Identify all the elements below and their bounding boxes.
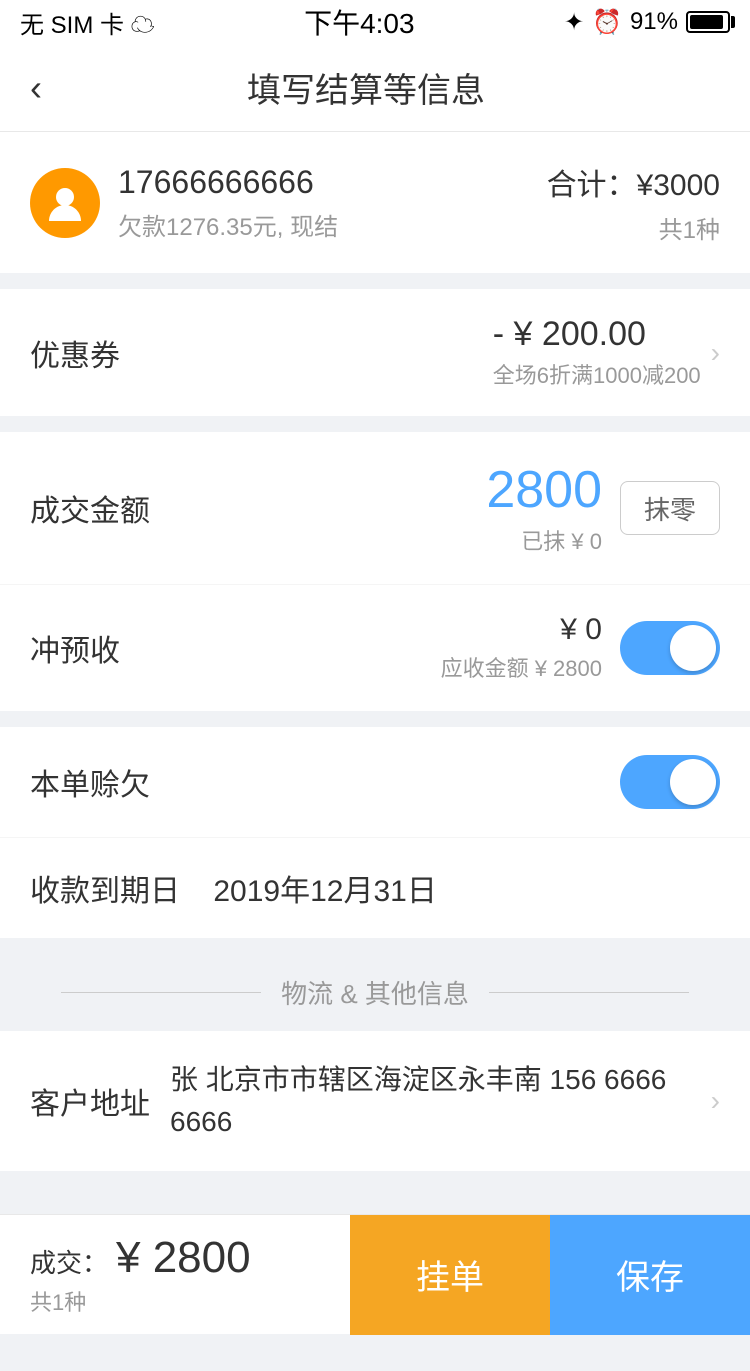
- coupon-right: - ¥ 200.00 全场6折满1000减200 ›: [493, 315, 720, 390]
- prepay-right: ¥ 0 应收金额 ¥ 2800: [441, 613, 720, 683]
- content-area: 17666666666 欠款1276.35元, 现结 合计：¥3000 共1种 …: [0, 132, 750, 1371]
- address-label: 客户地址: [30, 1079, 150, 1123]
- toggle-thumb: [670, 625, 716, 671]
- bottom-bar: 成交： ¥ 2800 共1种 挂单 保存: [0, 1214, 750, 1334]
- deal-section: 成交金额 2800 已抹 ¥ 0 抹零 冲预收 ¥ 0 应收金额 ¥ 2800: [0, 432, 750, 711]
- coupon-row[interactable]: 优惠券 - ¥ 200.00 全场6折满1000减200 ›: [0, 289, 750, 416]
- credit-right: [620, 755, 720, 809]
- deal-amount-row: 成交金额 2800 已抹 ¥ 0 抹零: [0, 432, 750, 585]
- status-bar: 无 SIM 卡 ☁ 下午4:03 ✦ ⏰ 91%: [0, 0, 750, 44]
- prepay-label: 冲预收: [30, 626, 120, 670]
- credit-row: 本单赊欠: [0, 727, 750, 838]
- bottom-deal-label: 成交：: [30, 1243, 108, 1280]
- credit-toggle[interactable]: [620, 755, 720, 809]
- user-phone: 17666666666: [118, 164, 338, 201]
- prepay-toggle[interactable]: [620, 621, 720, 675]
- avatar: [30, 168, 100, 238]
- deal-sub-text: 已抹 ¥ 0: [486, 524, 602, 556]
- bottom-summary: 成交： ¥ 2800 共1种: [0, 1233, 350, 1317]
- address-value: 张 北京市市辖区海淀区永丰南 156 6666 6666: [170, 1059, 691, 1143]
- coupon-discount: - ¥ 200.00: [493, 315, 701, 354]
- round-button[interactable]: 抹零: [620, 481, 720, 535]
- due-date-label: 收款到期日 2019年12月31日: [30, 866, 437, 910]
- status-left: 无 SIM 卡 ☁: [20, 5, 155, 40]
- logistics-label: 物流 & 其他信息: [281, 974, 469, 1011]
- save-button[interactable]: 保存: [550, 1215, 750, 1335]
- nav-bar: ‹ 填写结算等信息: [0, 44, 750, 132]
- sim-label: 无 SIM 卡 ☁: [20, 5, 155, 40]
- battery-icon: [686, 11, 730, 33]
- deal-amount-label: 成交金额: [30, 486, 150, 530]
- coupon-desc: 全场6折满1000减200: [493, 358, 701, 390]
- hang-button[interactable]: 挂单: [350, 1215, 550, 1335]
- due-date-row: 收款到期日 2019年12月31日: [0, 838, 750, 938]
- user-debt: 欠款1276.35元, 现结: [118, 207, 338, 242]
- prepay-row: 冲预收 ¥ 0 应收金额 ¥ 2800: [0, 585, 750, 711]
- location-icon: ✦: [564, 8, 584, 37]
- prepay-amount: ¥ 0: [560, 613, 602, 647]
- status-right: ✦ ⏰ 91%: [564, 8, 730, 37]
- deal-amount-col: 2800 已抹 ¥ 0: [486, 460, 602, 556]
- prepay-amount-col: ¥ 0 应收金额 ¥ 2800: [441, 613, 602, 683]
- page-title: 填写结算等信息: [62, 63, 670, 112]
- coupon-info: - ¥ 200.00 全场6折满1000减200: [493, 315, 701, 390]
- user-info-left: 17666666666 欠款1276.35元, 现结: [30, 164, 338, 242]
- bottom-count: 共1种: [30, 1285, 320, 1317]
- deal-amount-right: 2800 已抹 ¥ 0 抹零: [486, 460, 720, 556]
- address-chevron-icon: ›: [711, 1085, 720, 1117]
- user-info: 17666666666 欠款1276.35元, 现结: [118, 164, 338, 242]
- logistics-divider: 物流 & 其他信息: [0, 954, 750, 1031]
- chevron-right-icon: ›: [711, 337, 720, 369]
- user-total: 合计：¥3000 共1种: [547, 160, 720, 245]
- due-date-value: 2019年12月31日: [213, 875, 436, 908]
- alarm-icon: ⏰: [592, 8, 622, 37]
- credit-section: 本单赊欠 收款到期日 2019年12月31日: [0, 727, 750, 938]
- back-button[interactable]: ‹: [30, 57, 62, 119]
- credit-toggle-thumb: [670, 759, 716, 805]
- battery-percent: 91%: [630, 8, 678, 36]
- divider-line-right: [489, 992, 689, 993]
- total-amount: 合计：¥3000: [547, 160, 720, 204]
- deal-amount-value: 2800: [486, 460, 602, 520]
- address-row[interactable]: 客户地址 张 北京市市辖区海淀区永丰南 156 6666 6666 ›: [0, 1031, 750, 1171]
- coupon-label: 优惠券: [30, 331, 120, 375]
- total-count: 共1种: [547, 210, 720, 245]
- status-time: 下午4:03: [304, 2, 415, 42]
- credit-label: 本单赊欠: [30, 760, 150, 804]
- bottom-deal-amount: ¥ 2800: [116, 1233, 251, 1283]
- bottom-deal-row: 成交： ¥ 2800: [30, 1233, 320, 1283]
- divider-line-left: [61, 992, 261, 993]
- user-card: 17666666666 欠款1276.35元, 现结 合计：¥3000 共1种: [0, 132, 750, 273]
- prepay-sub-text: 应收金额 ¥ 2800: [441, 651, 602, 683]
